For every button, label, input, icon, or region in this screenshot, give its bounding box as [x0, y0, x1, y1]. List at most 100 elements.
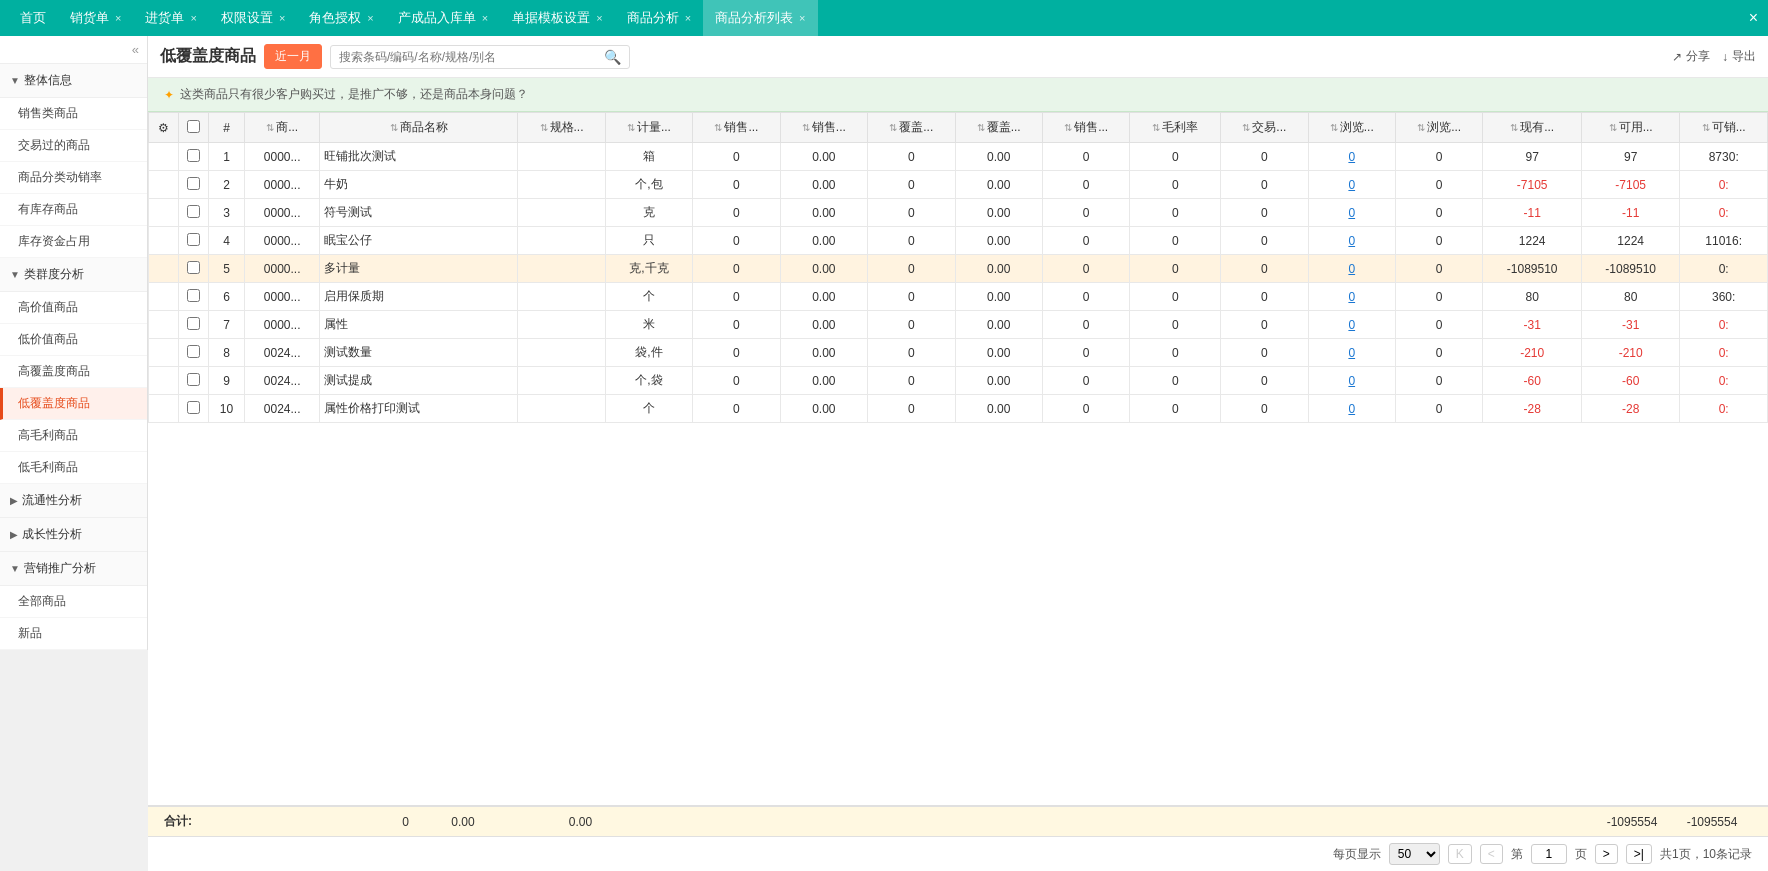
- col-header-sellable[interactable]: ⇅可销...: [1680, 113, 1768, 143]
- nav-template[interactable]: 单据模板设置 ×: [500, 0, 614, 36]
- nav-purchase-close[interactable]: ×: [190, 12, 196, 24]
- row-gear: [149, 255, 179, 283]
- col-header-unit[interactable]: ⇅计量...: [605, 113, 692, 143]
- nav-roles[interactable]: 角色授权 ×: [297, 0, 385, 36]
- nav-analysis-close[interactable]: ×: [685, 12, 691, 24]
- nav-template-close[interactable]: ×: [596, 12, 602, 24]
- nav-analysis-list[interactable]: 商品分析列表 ×: [703, 0, 817, 36]
- sidebar-section-overall[interactable]: ▼ 整体信息: [0, 64, 147, 98]
- search-box[interactable]: 🔍: [330, 45, 630, 69]
- col-header-code[interactable]: ⇅商...: [245, 113, 320, 143]
- sidebar-item-new-goods[interactable]: 新品: [0, 618, 147, 650]
- sidebar-section-marketing[interactable]: ▼ 营销推广分析: [0, 552, 147, 586]
- col-header-browse2[interactable]: ⇅浏览...: [1395, 113, 1482, 143]
- sidebar-item-low-margin[interactable]: 低毛利商品: [0, 452, 147, 484]
- row-checkbox[interactable]: [179, 255, 209, 283]
- time-filter-month[interactable]: 近一月: [264, 44, 322, 69]
- col-header-gear[interactable]: ⚙: [149, 113, 179, 143]
- nav-production[interactable]: 产成品入库单 ×: [386, 0, 500, 36]
- next-page-button[interactable]: >: [1595, 844, 1618, 864]
- row-available-stock: -28: [1581, 395, 1680, 423]
- col-header-transaction[interactable]: ⇅交易...: [1221, 113, 1308, 143]
- row-checkbox[interactable]: [179, 143, 209, 171]
- row-code: 0024...: [245, 395, 320, 423]
- nav-permissions-close[interactable]: ×: [279, 12, 285, 24]
- row-checkbox[interactable]: [179, 339, 209, 367]
- gear-icon[interactable]: ⚙: [158, 121, 169, 135]
- sidebar-collapse-btn[interactable]: «: [0, 36, 147, 64]
- col-header-spec[interactable]: ⇅规格...: [518, 113, 605, 143]
- sidebar-section-circulation[interactable]: ▶ 流通性分析: [0, 484, 147, 518]
- row-checkbox[interactable]: [179, 171, 209, 199]
- row-browse1[interactable]: 0: [1308, 227, 1395, 255]
- share-button[interactable]: ↗ 分享: [1672, 48, 1710, 65]
- sort-icon-sell: ⇅: [1702, 122, 1710, 133]
- row-browse2: 0: [1395, 255, 1482, 283]
- row-checkbox[interactable]: [179, 199, 209, 227]
- col-header-current-stock[interactable]: ⇅现有...: [1483, 113, 1582, 143]
- col-header-name[interactable]: ⇅商品名称: [320, 113, 518, 143]
- nav-production-close[interactable]: ×: [482, 12, 488, 24]
- sidebar-item-category-rate[interactable]: 商品分类动销率: [0, 162, 147, 194]
- row-checkbox[interactable]: [179, 311, 209, 339]
- row-transaction: 0: [1221, 339, 1308, 367]
- row-browse1[interactable]: 0: [1308, 199, 1395, 227]
- col-header-browse1[interactable]: ⇅浏览...: [1308, 113, 1395, 143]
- row-browse1[interactable]: 0: [1308, 367, 1395, 395]
- nav-sales-close[interactable]: ×: [115, 12, 121, 24]
- first-page-button[interactable]: K: [1448, 844, 1472, 864]
- nav-home[interactable]: 首页: [8, 0, 58, 36]
- sidebar-item-low-value[interactable]: 低价值商品: [0, 324, 147, 356]
- export-button[interactable]: ↓ 导出: [1722, 48, 1756, 65]
- sidebar-item-high-coverage[interactable]: 高覆盖度商品: [0, 356, 147, 388]
- row-browse1[interactable]: 0: [1308, 339, 1395, 367]
- row-unit: 袋,件: [605, 339, 692, 367]
- row-checkbox[interactable]: [179, 227, 209, 255]
- col-header-sales3[interactable]: ⇅销售...: [1042, 113, 1129, 143]
- row-browse1[interactable]: 0: [1308, 143, 1395, 171]
- sidebar-item-traded-goods[interactable]: 交易过的商品: [0, 130, 147, 162]
- col-header-coverage2[interactable]: ⇅覆盖...: [955, 113, 1042, 143]
- nav-purchase[interactable]: 进货单 ×: [133, 0, 208, 36]
- col-header-sales-amount[interactable]: ⇅销售...: [780, 113, 867, 143]
- nav-permissions[interactable]: 权限设置 ×: [209, 0, 297, 36]
- sidebar-item-low-coverage[interactable]: 低覆盖度商品: [0, 388, 147, 420]
- page-number-input[interactable]: [1531, 844, 1567, 864]
- row-num: 9: [209, 367, 245, 395]
- nav-sales[interactable]: 销货单 ×: [58, 0, 133, 36]
- table-container[interactable]: ⚙ # ⇅商... ⇅商品名称 ⇅规格... ⇅计量... ⇅销售... ⇅销售…: [148, 112, 1768, 805]
- per-page-select[interactable]: 50 100 200: [1389, 843, 1440, 865]
- sidebar-section-growth[interactable]: ▶ 成长性分析: [0, 518, 147, 552]
- sidebar-item-in-stock[interactable]: 有库存商品: [0, 194, 147, 226]
- search-input[interactable]: [339, 50, 604, 64]
- row-browse1[interactable]: 0: [1308, 311, 1395, 339]
- col-header-available-stock[interactable]: ⇅可用...: [1581, 113, 1680, 143]
- last-page-button[interactable]: >|: [1626, 844, 1652, 864]
- sidebar-item-high-margin[interactable]: 高毛利商品: [0, 420, 147, 452]
- row-checkbox[interactable]: [179, 283, 209, 311]
- nav-analysis-list-close[interactable]: ×: [799, 12, 805, 24]
- window-close-button[interactable]: ×: [1749, 9, 1758, 27]
- col-header-sales-count[interactable]: ⇅销售...: [693, 113, 780, 143]
- search-icon[interactable]: 🔍: [604, 49, 621, 65]
- col-header-gross-margin[interactable]: ⇅毛利率: [1130, 113, 1221, 143]
- sidebar-item-all-goods[interactable]: 全部商品: [0, 586, 147, 618]
- col-header-coverage1[interactable]: ⇅覆盖...: [868, 113, 955, 143]
- row-checkbox[interactable]: [179, 395, 209, 423]
- row-checkbox[interactable]: [179, 367, 209, 395]
- sidebar-item-sales-goods[interactable]: 销售类商品: [0, 98, 147, 130]
- nav-roles-close[interactable]: ×: [367, 12, 373, 24]
- row-browse1[interactable]: 0: [1308, 283, 1395, 311]
- sidebar-item-high-value[interactable]: 高价值商品: [0, 292, 147, 324]
- nav-analysis[interactable]: 商品分析 ×: [615, 0, 703, 36]
- select-all-checkbox[interactable]: [187, 120, 200, 133]
- row-browse1[interactable]: 0: [1308, 255, 1395, 283]
- nav-roles-label: 角色授权: [309, 9, 361, 27]
- sidebar-section-group[interactable]: ▼ 类群度分析: [0, 258, 147, 292]
- prev-page-button[interactable]: <: [1480, 844, 1503, 864]
- row-gear: [149, 339, 179, 367]
- col-header-checkbox[interactable]: [179, 113, 209, 143]
- row-browse1[interactable]: 0: [1308, 171, 1395, 199]
- row-browse1[interactable]: 0: [1308, 395, 1395, 423]
- sidebar-item-stock-funds[interactable]: 库存资金占用: [0, 226, 147, 258]
